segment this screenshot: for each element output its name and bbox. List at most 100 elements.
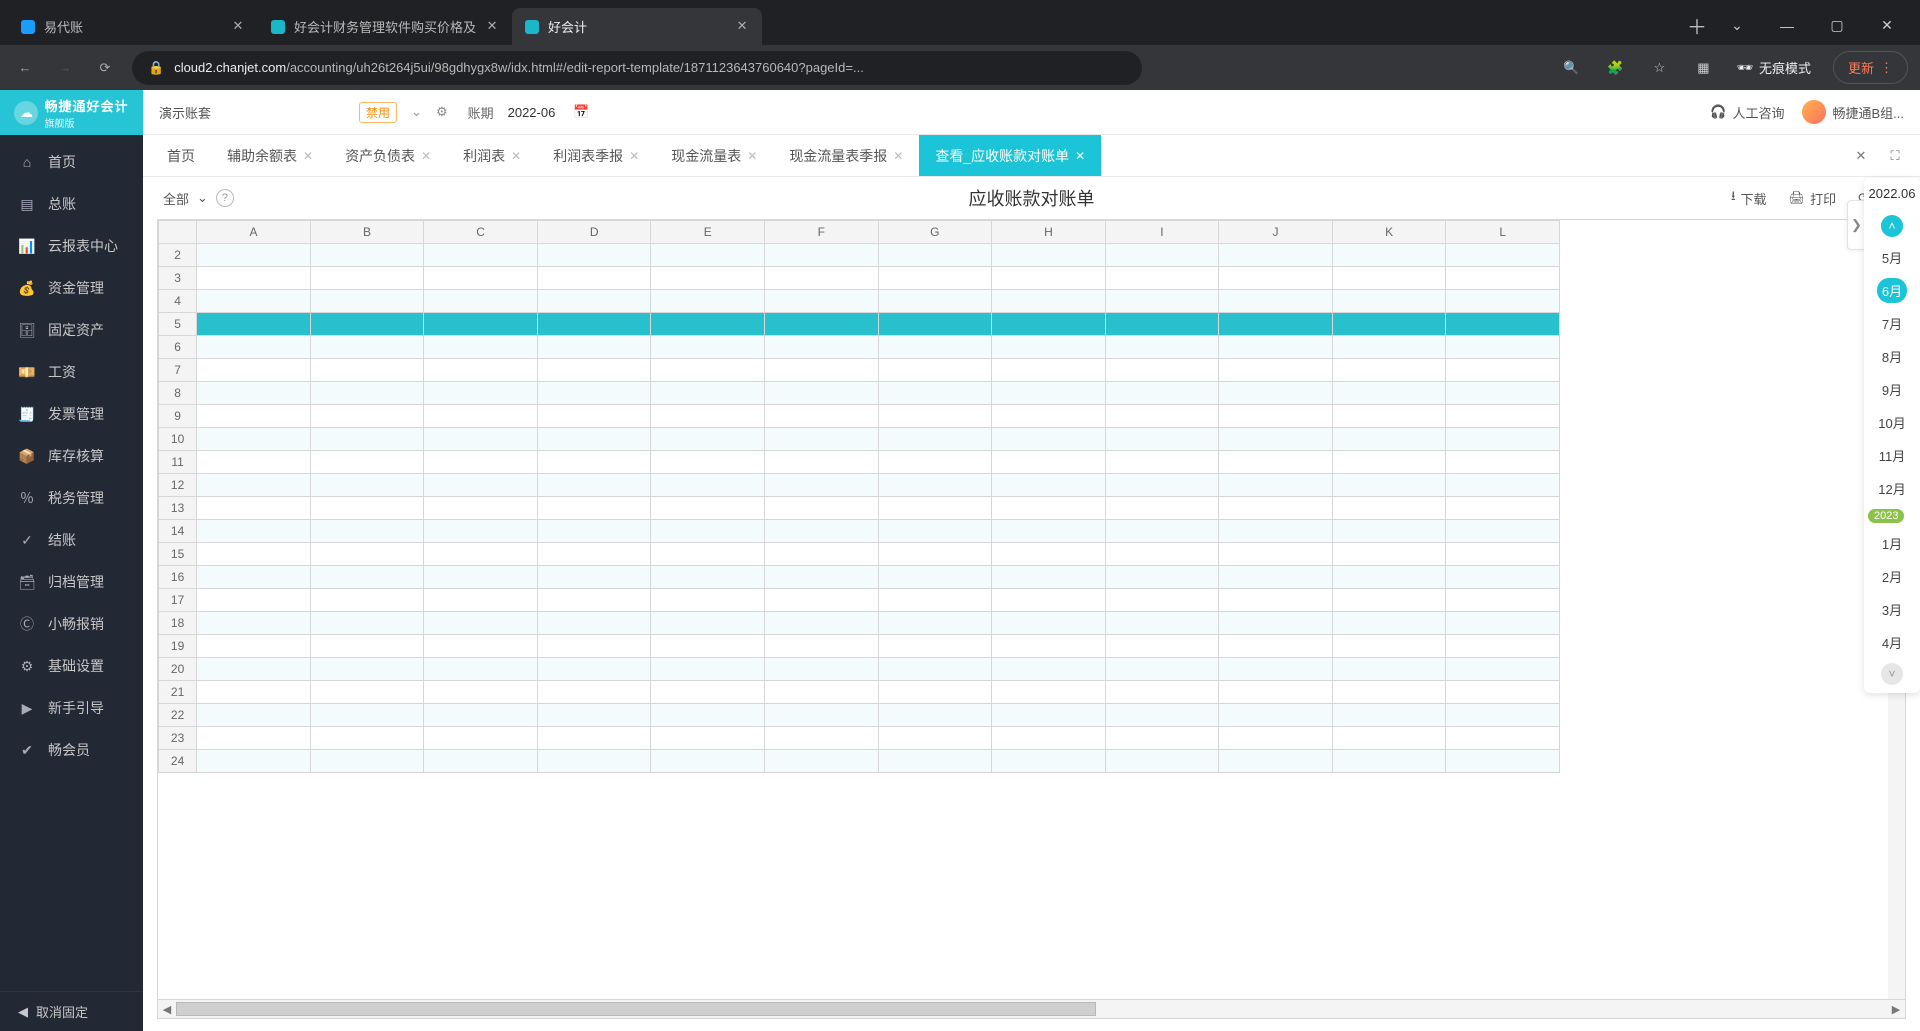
cell[interactable] <box>197 589 311 612</box>
sheet-row[interactable]: 12 <box>159 474 1560 497</box>
cell[interactable] <box>424 750 538 773</box>
tab-fullscreen-icon[interactable]: ⛶ <box>1878 135 1912 176</box>
period-month[interactable]: 5月 <box>1864 245 1920 270</box>
cell[interactable] <box>1446 267 1560 290</box>
cell[interactable] <box>1332 405 1446 428</box>
cell[interactable] <box>1332 267 1446 290</box>
cell[interactable] <box>878 543 992 566</box>
cell[interactable] <box>310 635 424 658</box>
row-header[interactable]: 11 <box>159 451 197 474</box>
cell[interactable] <box>1219 451 1333 474</box>
cell[interactable] <box>878 244 992 267</box>
cell[interactable] <box>197 474 311 497</box>
cell[interactable] <box>537 612 651 635</box>
cell[interactable] <box>765 658 879 681</box>
cell[interactable] <box>1219 497 1333 520</box>
cell[interactable] <box>310 336 424 359</box>
period-month[interactable]: 1月 <box>1864 531 1920 556</box>
cell[interactable] <box>992 474 1106 497</box>
cell[interactable] <box>1446 589 1560 612</box>
cell[interactable] <box>1332 704 1446 727</box>
sheet-row[interactable]: 20 <box>159 658 1560 681</box>
cell[interactable] <box>651 405 765 428</box>
cell[interactable] <box>310 382 424 405</box>
cell[interactable] <box>878 681 992 704</box>
incognito-indicator[interactable]: 🕶 无痕模式 <box>1736 58 1811 77</box>
cell[interactable] <box>992 681 1106 704</box>
cell[interactable] <box>992 589 1106 612</box>
cell[interactable] <box>1332 681 1446 704</box>
col-header[interactable]: H <box>992 221 1106 244</box>
cell[interactable] <box>1105 543 1219 566</box>
cell[interactable] <box>1219 589 1333 612</box>
cell[interactable] <box>537 405 651 428</box>
cell[interactable] <box>878 313 992 336</box>
new-tab-button[interactable]: ＋ <box>1682 11 1712 41</box>
cell[interactable] <box>1219 543 1333 566</box>
cell[interactable] <box>651 589 765 612</box>
cell[interactable] <box>1105 267 1219 290</box>
sheet-row[interactable]: 16 <box>159 566 1560 589</box>
cell[interactable] <box>1105 750 1219 773</box>
cell[interactable] <box>765 451 879 474</box>
cell[interactable] <box>651 543 765 566</box>
cell[interactable] <box>1105 497 1219 520</box>
cell[interactable] <box>424 267 538 290</box>
cell[interactable] <box>1446 612 1560 635</box>
cell[interactable] <box>765 359 879 382</box>
content-tab-close-icon[interactable]: ✕ <box>511 149 521 163</box>
cell[interactable] <box>424 313 538 336</box>
zoom-icon[interactable]: 🔍 <box>1560 57 1582 79</box>
cell[interactable] <box>765 405 879 428</box>
cell[interactable] <box>878 635 992 658</box>
cell[interactable] <box>197 566 311 589</box>
cell[interactable] <box>1105 359 1219 382</box>
sidebar-item-invoice[interactable]: 🧾发票管理 <box>0 393 143 435</box>
cell[interactable] <box>765 336 879 359</box>
cell[interactable] <box>878 290 992 313</box>
cell[interactable] <box>765 313 879 336</box>
sheet-row[interactable]: 23 <box>159 727 1560 750</box>
col-header[interactable]: C <box>424 221 538 244</box>
hscroll-left[interactable]: ◀ <box>158 1003 176 1016</box>
row-header[interactable]: 3 <box>159 267 197 290</box>
cell[interactable] <box>197 635 311 658</box>
cell[interactable] <box>1446 750 1560 773</box>
cell[interactable] <box>310 681 424 704</box>
period-month[interactable]: 8月 <box>1864 344 1920 369</box>
sidebar-item-close-period[interactable]: ✓结账 <box>0 519 143 561</box>
sheet-row[interactable]: 3 <box>159 267 1560 290</box>
cell[interactable] <box>424 382 538 405</box>
content-tab[interactable]: 查看_应收账款对账单✕ <box>919 135 1101 176</box>
period-month[interactable]: 7月 <box>1864 311 1920 336</box>
content-tab[interactable]: 现金流量表✕ <box>655 135 773 176</box>
cell[interactable] <box>651 451 765 474</box>
row-header[interactable]: 6 <box>159 336 197 359</box>
cell[interactable] <box>1446 244 1560 267</box>
sheet-row[interactable]: 18 <box>159 612 1560 635</box>
cell[interactable] <box>1446 704 1560 727</box>
tab-close-icon[interactable]: ✕ <box>230 19 246 35</box>
col-header[interactable]: F <box>765 221 879 244</box>
cell[interactable] <box>197 405 311 428</box>
browser-tab[interactable]: 好会计财务管理软件购买价格及✕ <box>258 8 512 45</box>
row-header[interactable]: 12 <box>159 474 197 497</box>
cell[interactable] <box>1219 267 1333 290</box>
cell[interactable] <box>878 566 992 589</box>
cell[interactable] <box>1219 313 1333 336</box>
period-month[interactable]: 2月 <box>1864 564 1920 589</box>
cell[interactable] <box>310 313 424 336</box>
cell[interactable] <box>1446 727 1560 750</box>
sheet-row[interactable]: 17 <box>159 589 1560 612</box>
cell[interactable] <box>1446 520 1560 543</box>
cell[interactable] <box>651 290 765 313</box>
sheet-row[interactable]: 13 <box>159 497 1560 520</box>
period-month[interactable]: 6月 <box>1877 278 1907 303</box>
cell[interactable] <box>537 566 651 589</box>
cell[interactable] <box>878 405 992 428</box>
cell[interactable] <box>1105 658 1219 681</box>
cell[interactable] <box>1446 336 1560 359</box>
cell[interactable] <box>424 428 538 451</box>
cell[interactable] <box>1219 612 1333 635</box>
cell[interactable] <box>765 497 879 520</box>
